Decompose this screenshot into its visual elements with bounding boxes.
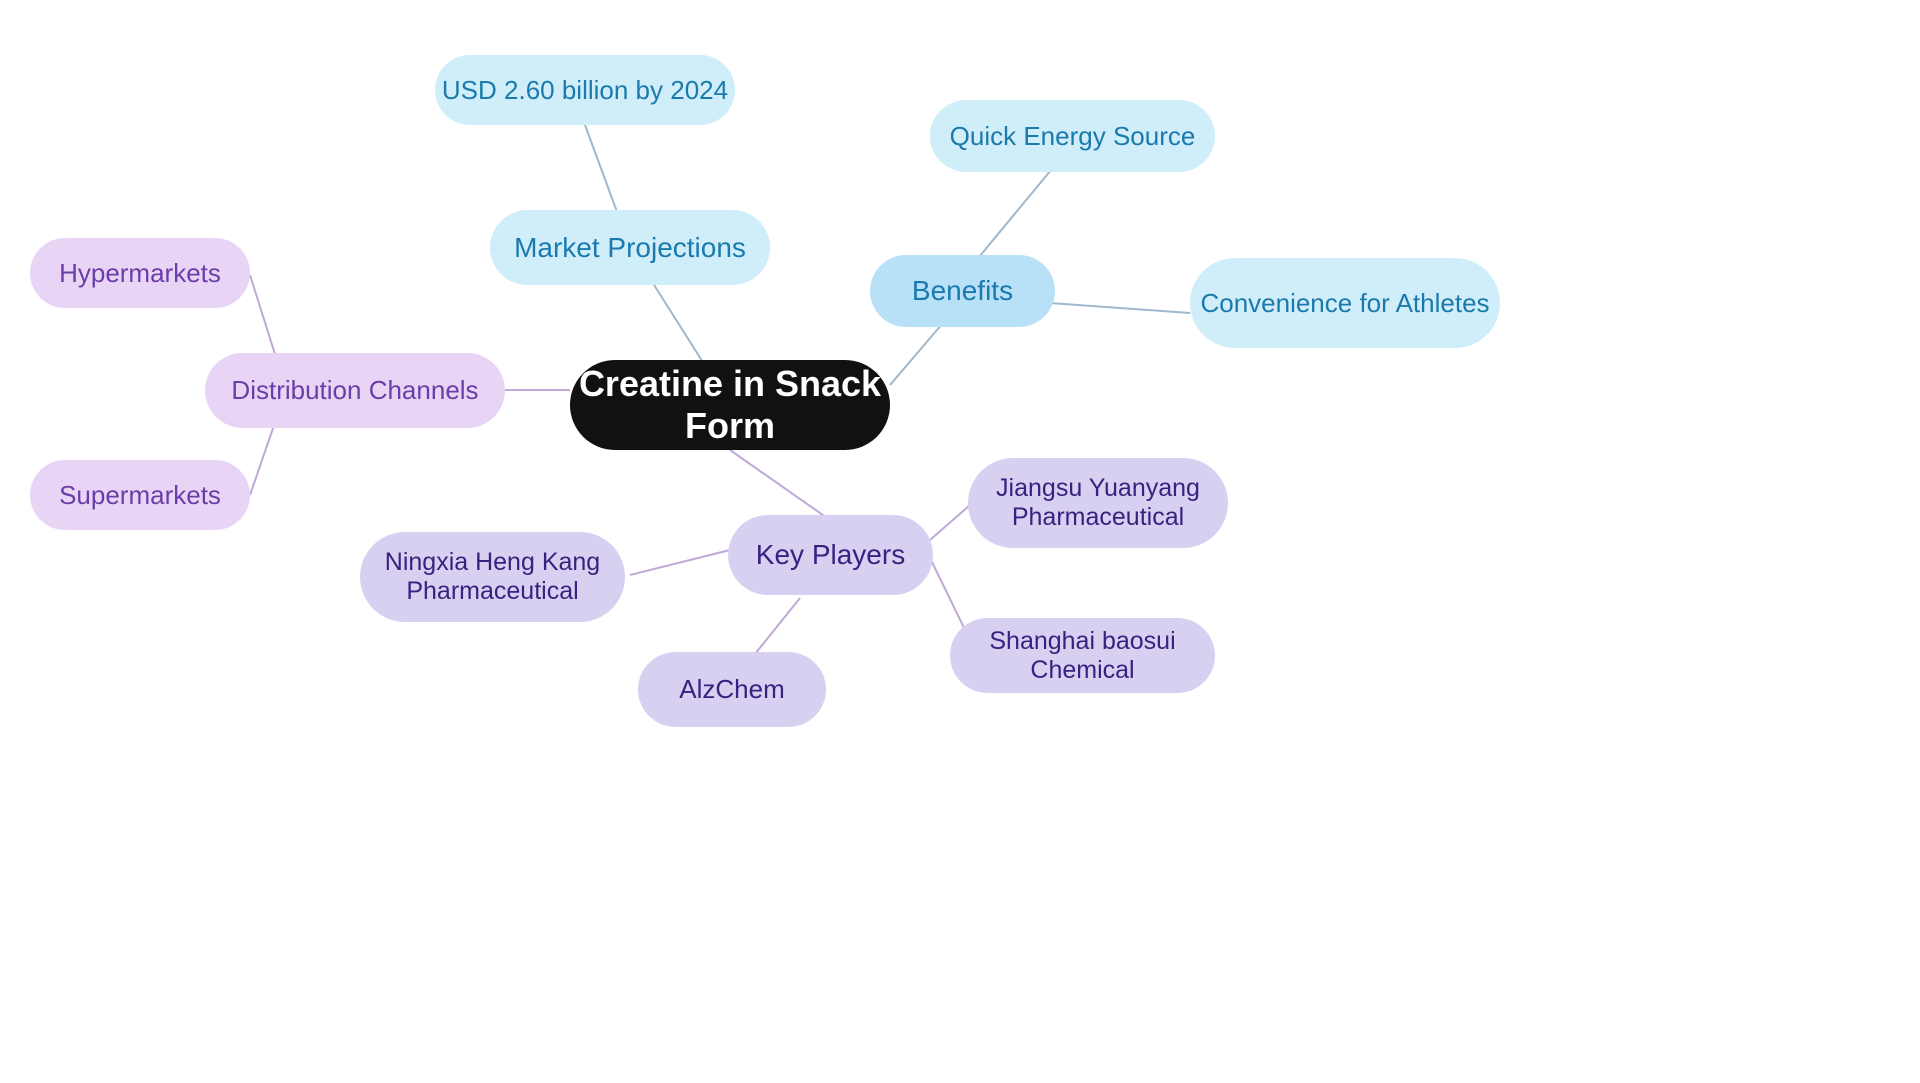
market-projections-label: Market Projections [514, 232, 746, 264]
convenience-label: Convenience for Athletes [1200, 288, 1489, 319]
supermarkets-node: Supermarkets [30, 460, 250, 530]
hypermarkets-label: Hypermarkets [59, 258, 221, 289]
market-projections-node: Market Projections [490, 210, 770, 285]
center-node: Creatine in Snack Form [570, 360, 890, 450]
convenience-node: Convenience for Athletes [1190, 258, 1500, 348]
usd-label: USD 2.60 billion by 2024 [442, 75, 728, 106]
ningxia-label: Ningxia Heng Kang Pharmaceutical [360, 548, 625, 606]
key-players-node: Key Players [728, 515, 933, 595]
jiangsu-label: Jiangsu Yuanyang Pharmaceutical [968, 474, 1228, 532]
shanghai-node: Shanghai baosui Chemical [950, 618, 1215, 693]
benefits-label: Benefits [912, 275, 1013, 307]
distribution-channels-node: Distribution Channels [205, 353, 505, 428]
hypermarkets-node: Hypermarkets [30, 238, 250, 308]
distribution-channels-label: Distribution Channels [231, 375, 478, 406]
jiangsu-node: Jiangsu Yuanyang Pharmaceutical [968, 458, 1228, 548]
supermarkets-label: Supermarkets [59, 480, 221, 511]
key-players-label: Key Players [756, 539, 905, 571]
alzChem-node: AlzChem [638, 652, 826, 727]
quick-energy-label: Quick Energy Source [950, 121, 1196, 152]
center-label: Creatine in Snack Form [570, 363, 890, 447]
alzChem-label: AlzChem [679, 674, 784, 705]
quick-energy-node: Quick Energy Source [930, 100, 1215, 172]
usd-node: USD 2.60 billion by 2024 [435, 55, 735, 125]
benefits-node: Benefits [870, 255, 1055, 327]
ningxia-node: Ningxia Heng Kang Pharmaceutical [360, 532, 625, 622]
shanghai-label: Shanghai baosui Chemical [950, 627, 1215, 685]
